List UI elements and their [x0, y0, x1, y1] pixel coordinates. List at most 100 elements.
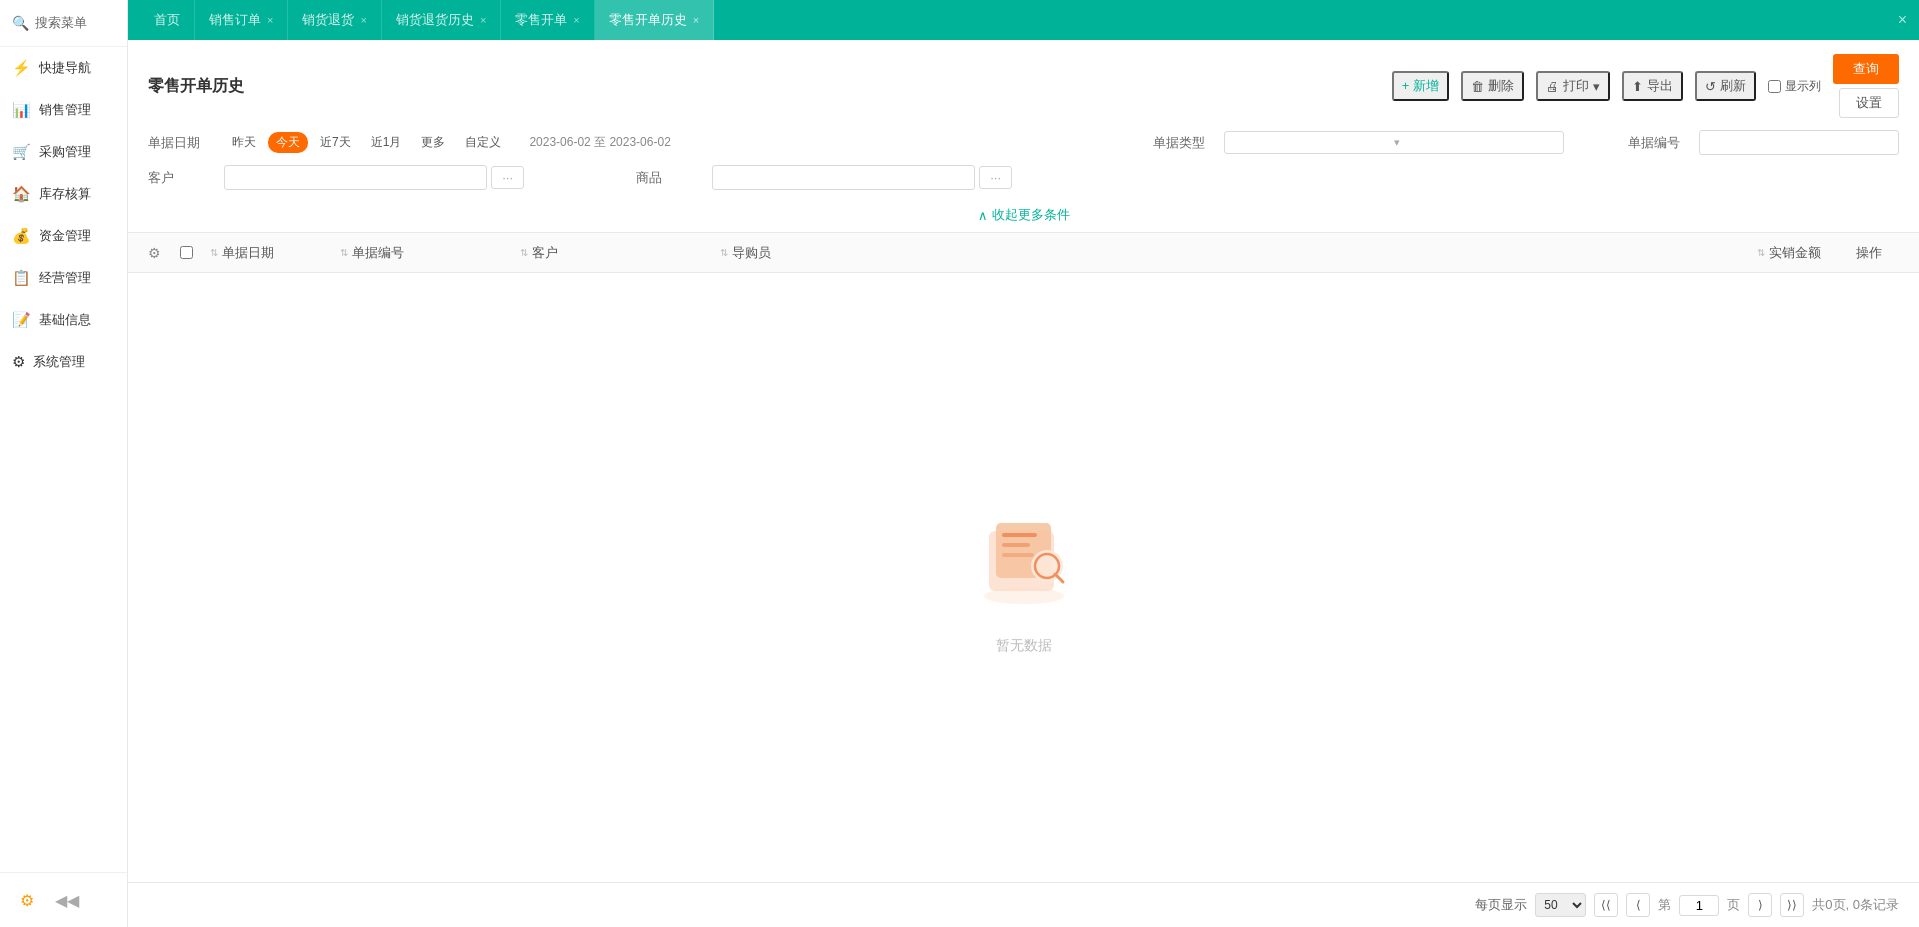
sidebar-item-finance[interactable]: 💰 资金管理	[0, 215, 127, 257]
bill-num-label: 单据编号	[1628, 134, 1683, 152]
date-opt-custom[interactable]: 自定义	[457, 132, 509, 153]
tab-sales-return-history[interactable]: 销货退货历史×	[382, 0, 501, 40]
th-amount: ⇅ 实销金额	[1709, 244, 1829, 262]
tab-sales-return[interactable]: 销货退货×	[288, 0, 381, 40]
sidebar-item-purchase-mgmt[interactable]: 🛒采购管理	[0, 131, 127, 173]
content-area: 零售开单历史 + 新增 🗑 删除 🖨 打印 ▾ ⬆ 导出	[128, 40, 1919, 927]
display-col-label: 显示列	[1785, 78, 1821, 95]
tab-home[interactable]: 首页	[140, 0, 195, 40]
sort-icon-guide[interactable]: ⇅	[720, 247, 728, 258]
date-opt-yesterday[interactable]: 昨天	[224, 132, 264, 153]
customer-input[interactable]	[224, 165, 487, 190]
finance-icon: 💰	[12, 227, 31, 245]
sidebar-item-label: 快捷导航	[39, 59, 91, 77]
table-settings-icon[interactable]: ⚙	[138, 245, 170, 261]
sidebar-item-label: 库存核算	[39, 185, 91, 203]
first-page-button[interactable]: ⟨⟨	[1594, 893, 1618, 917]
tab-retail-open[interactable]: 零售开单 ×	[501, 0, 594, 40]
tab-close-sales-order[interactable]: ×	[267, 14, 273, 26]
sort-icon-date[interactable]: ⇅	[210, 247, 218, 258]
tab-close-sales-return[interactable]: ×	[360, 14, 366, 26]
sort-icon-customer[interactable]: ⇅	[520, 247, 528, 258]
purchase-mgmt-icon: 🛒	[12, 143, 31, 161]
filter-area: 单据日期 昨天今天近7天近1月更多自定义 2023-06-02 至 2023-0…	[148, 130, 1899, 232]
inventory-icon: 🏠	[12, 185, 31, 203]
customer-filter-label: 客户	[148, 169, 208, 187]
th-customer: ⇅ 客户	[512, 244, 712, 262]
sidebar-search[interactable]: 🔍 搜索菜单	[0, 0, 127, 47]
query-button[interactable]: 查询	[1833, 54, 1899, 84]
sidebar-item-operation[interactable]: 📋经营管理	[0, 257, 127, 299]
export-icon: ⬆	[1632, 79, 1643, 94]
sidebar-search-label: 搜索菜单	[35, 14, 87, 32]
table-select-all[interactable]	[170, 246, 202, 259]
select-all-checkbox[interactable]	[180, 246, 193, 259]
sidebar-item-label: 经营管理	[39, 269, 91, 287]
sidebar-item-basic-info[interactable]: 📝基础信息	[0, 299, 127, 341]
page-title: 零售开单历史	[148, 76, 244, 97]
prev-page-button[interactable]: ⟨	[1626, 893, 1650, 917]
th-guide: ⇅ 导购员	[712, 244, 832, 262]
goods-input[interactable]	[712, 165, 975, 190]
tab-retail-open-history[interactable]: 零售开单历史 ×	[595, 0, 714, 40]
sidebar-item-inventory[interactable]: 🏠 库存核算	[0, 173, 127, 215]
display-col-checkbox-input[interactable]	[1768, 80, 1781, 93]
bill-type-select[interactable]: ▾	[1224, 131, 1564, 154]
print-button[interactable]: 🖨 打印 ▾	[1536, 71, 1610, 101]
date-opt-more[interactable]: 更多	[413, 132, 453, 153]
collapse-sidebar-button[interactable]: ◀◀	[52, 885, 82, 915]
basic-info-icon: 📝	[12, 311, 31, 329]
bill-num-input[interactable]	[1699, 130, 1899, 155]
window-close-icon[interactable]: ×	[1898, 11, 1907, 29]
print-icon: 🖨	[1546, 79, 1559, 94]
tab-sales-order[interactable]: 销售订单×	[195, 0, 288, 40]
th-num: ⇅ 单据编号	[332, 244, 512, 262]
top-nav: 首页销售订单×销货退货×销货退货历史× 零售开单 × 零售开单历史 × ×	[128, 0, 1919, 40]
th-action: 操作	[1829, 244, 1909, 262]
export-button[interactable]: ⬆ 导出	[1622, 71, 1683, 101]
svg-rect-3	[1002, 533, 1037, 537]
quick-nav-icon: ⚡	[12, 59, 31, 77]
pagination: 每页显示 50 10 20 100 ⟨⟨ ⟨ 第 页 ⟩ ⟩⟩ 共0页, 0条记…	[128, 882, 1919, 927]
sort-icon-amount[interactable]: ⇅	[1757, 247, 1765, 258]
delete-button[interactable]: 🗑 删除	[1461, 71, 1524, 101]
sort-icon-num[interactable]: ⇅	[340, 247, 348, 258]
next-page-button[interactable]: ⟩	[1748, 893, 1772, 917]
tab-close-sales-return-history[interactable]: ×	[480, 14, 486, 26]
goods-dots-button[interactable]: ···	[979, 166, 1012, 189]
sidebar-item-label: 资金管理	[39, 227, 91, 245]
settings-button-toolbar[interactable]: 设置	[1839, 88, 1899, 118]
sidebar-bottom: ⚙ ◀◀	[0, 872, 127, 927]
sidebar-item-label: 销售管理	[39, 101, 91, 119]
per-page-label: 每页显示	[1475, 896, 1527, 914]
tab-close-retail-open[interactable]: ×	[573, 14, 579, 26]
filter-row-2: 客户 ··· 商品 ···	[148, 165, 1899, 190]
per-page-select[interactable]: 50 10 20 100	[1535, 893, 1586, 917]
last-page-button[interactable]: ⟩⟩	[1780, 893, 1804, 917]
topnav-right: ×	[1898, 11, 1907, 29]
refresh-label: 刷新	[1720, 77, 1746, 95]
date-opt-last1month[interactable]: 近1月	[363, 132, 410, 153]
date-opt-today[interactable]: 今天	[268, 132, 308, 153]
sidebar-item-label: 系统管理	[33, 353, 85, 371]
display-col-checkbox[interactable]: 显示列	[1768, 78, 1821, 95]
sidebar-item-sys-mgmt[interactable]: ⚙系统管理	[0, 341, 127, 383]
page-label: 页	[1727, 896, 1740, 914]
customer-dots-button[interactable]: ···	[491, 166, 524, 189]
sidebar-item-quick-nav[interactable]: ⚡ 快捷导航	[0, 47, 127, 89]
collapse-more-btn[interactable]: ∧ 收起更多条件	[148, 200, 1899, 232]
refresh-button[interactable]: ↺ 刷新	[1695, 71, 1756, 101]
settings-button[interactable]: ⚙	[12, 885, 42, 915]
sales-mgmt-icon: 📊	[12, 101, 31, 119]
sidebar-item-sales-mgmt[interactable]: 📊 销售管理	[0, 89, 127, 131]
add-button[interactable]: + 新增	[1392, 71, 1449, 101]
print-arrow-icon: ▾	[1593, 79, 1600, 94]
tab-close-retail-open-history[interactable]: ×	[693, 14, 699, 26]
page-num-input[interactable]	[1679, 895, 1719, 916]
empty-text: 暂无数据	[996, 637, 1052, 655]
tab-label-retail-open: 零售开单	[515, 11, 567, 29]
date-opt-last7[interactable]: 近7天	[312, 132, 359, 153]
empty-illustration	[964, 501, 1084, 621]
table-header: ⚙ ⇅ 单据日期 ⇅ 单据编号 ⇅ 客户 ⇅ 导购员	[128, 233, 1919, 273]
tab-label-retail-open-history: 零售开单历史	[609, 11, 687, 29]
